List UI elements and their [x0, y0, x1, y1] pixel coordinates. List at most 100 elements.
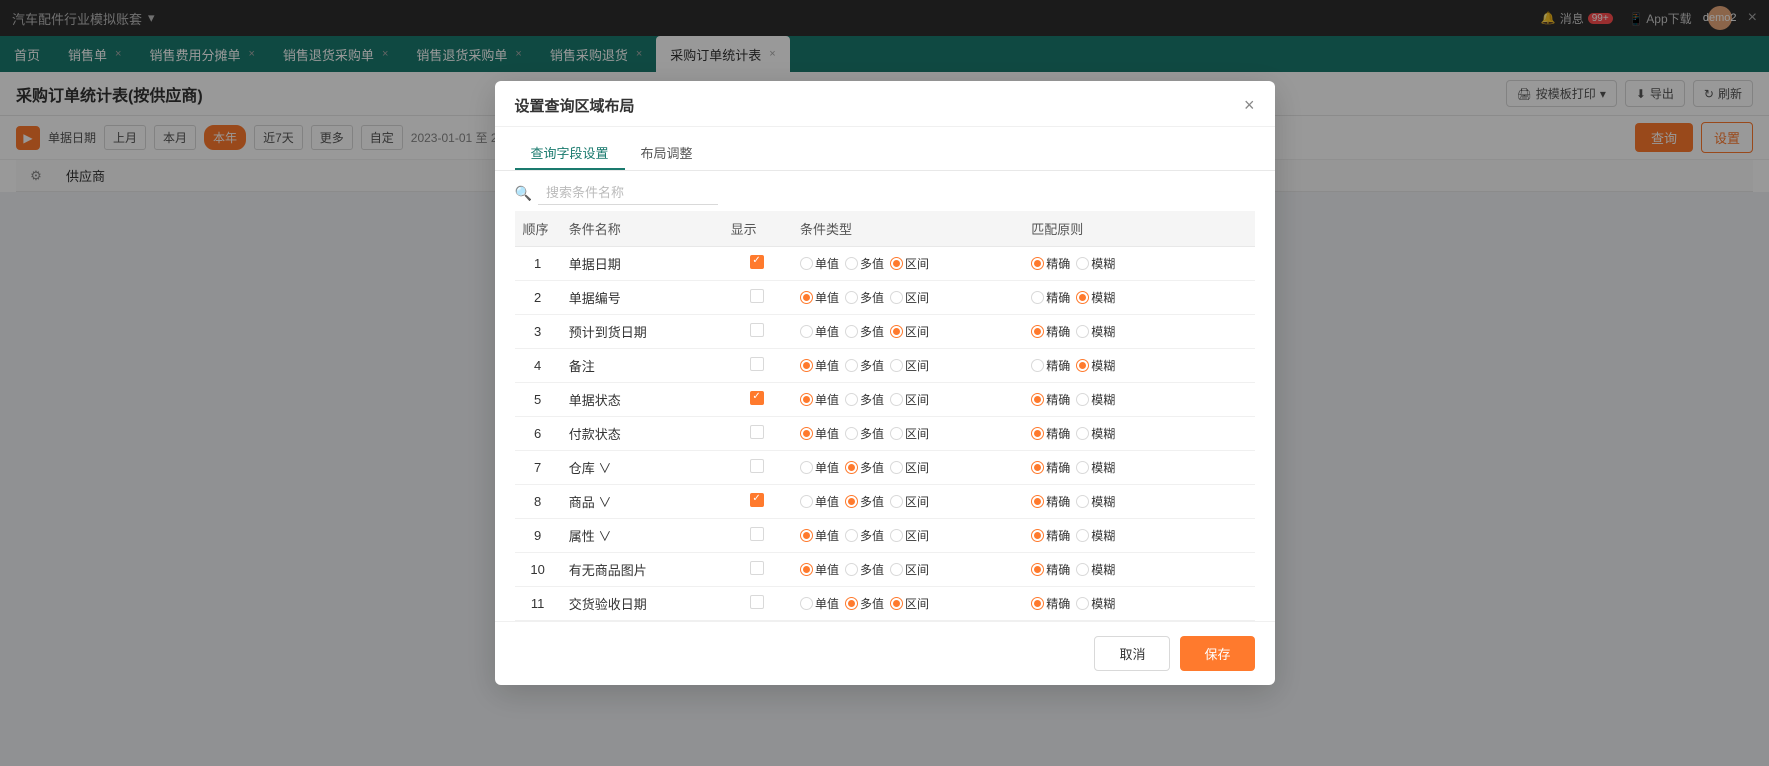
- radio-circle[interactable]: [1076, 257, 1089, 270]
- radio-circle[interactable]: [845, 597, 858, 610]
- row-show-checkbox[interactable]: [723, 417, 792, 451]
- radio-circle[interactable]: [1076, 461, 1089, 474]
- radio-item-type-single[interactable]: 单值: [800, 357, 839, 374]
- radio-circle[interactable]: [845, 325, 858, 338]
- radio-item-match-exact[interactable]: 精确: [1031, 425, 1070, 442]
- row-show-checkbox[interactable]: [723, 553, 792, 587]
- radio-circle[interactable]: [800, 461, 813, 474]
- row-show-checkbox[interactable]: [723, 519, 792, 553]
- radio-circle[interactable]: [1076, 529, 1089, 542]
- radio-circle[interactable]: [890, 529, 903, 542]
- radio-circle[interactable]: [1076, 563, 1089, 576]
- radio-circle[interactable]: [1031, 529, 1044, 542]
- radio-circle[interactable]: [1031, 393, 1044, 406]
- row-show-checkbox[interactable]: [723, 451, 792, 485]
- checkbox[interactable]: [750, 493, 764, 507]
- radio-circle[interactable]: [845, 257, 858, 270]
- radio-item-type-range[interactable]: 区间: [890, 561, 929, 578]
- radio-circle[interactable]: [890, 291, 903, 304]
- radio-circle[interactable]: [845, 563, 858, 576]
- radio-circle[interactable]: [1076, 393, 1089, 406]
- row-show-checkbox[interactable]: [723, 485, 792, 519]
- radio-item-match-fuzzy[interactable]: 模糊: [1076, 459, 1115, 476]
- radio-circle[interactable]: [800, 597, 813, 610]
- radio-item-type-range[interactable]: 区间: [890, 493, 929, 510]
- checkbox[interactable]: [750, 357, 764, 371]
- radio-circle[interactable]: [1031, 257, 1044, 270]
- row-show-checkbox[interactable]: [723, 349, 792, 383]
- radio-item-match-exact[interactable]: 精确: [1031, 289, 1070, 306]
- radio-circle[interactable]: [845, 393, 858, 406]
- checkbox[interactable]: [750, 323, 764, 337]
- radio-item-type-range[interactable]: 区间: [890, 425, 929, 442]
- radio-item-type-single[interactable]: 单值: [800, 425, 839, 442]
- radio-circle[interactable]: [1031, 495, 1044, 508]
- modal-close-button[interactable]: ×: [1244, 95, 1255, 116]
- radio-item-type-single[interactable]: 单值: [800, 459, 839, 476]
- search-input[interactable]: [538, 181, 718, 205]
- radio-circle[interactable]: [890, 427, 903, 440]
- radio-item-match-exact[interactable]: 精确: [1031, 493, 1070, 510]
- radio-item-type-range[interactable]: 区间: [890, 595, 929, 612]
- radio-item-type-single[interactable]: 单值: [800, 595, 839, 612]
- radio-circle[interactable]: [1076, 325, 1089, 338]
- radio-circle[interactable]: [1076, 427, 1089, 440]
- radio-circle[interactable]: [800, 427, 813, 440]
- radio-item-match-fuzzy[interactable]: 模糊: [1076, 289, 1115, 306]
- radio-circle[interactable]: [1031, 359, 1044, 372]
- radio-circle[interactable]: [845, 359, 858, 372]
- radio-item-type-single[interactable]: 单值: [800, 391, 839, 408]
- radio-item-type-range[interactable]: 区间: [890, 357, 929, 374]
- row-show-checkbox[interactable]: [723, 587, 792, 621]
- radio-circle[interactable]: [800, 563, 813, 576]
- radio-circle[interactable]: [890, 597, 903, 610]
- checkbox[interactable]: [750, 255, 764, 269]
- radio-item-type-multi[interactable]: 多值: [845, 595, 884, 612]
- save-button[interactable]: 保存: [1180, 636, 1254, 671]
- radio-item-match-fuzzy[interactable]: 模糊: [1076, 493, 1115, 510]
- radio-item-type-multi[interactable]: 多值: [845, 289, 884, 306]
- checkbox[interactable]: [750, 527, 764, 541]
- radio-circle[interactable]: [1031, 427, 1044, 440]
- radio-item-match-exact[interactable]: 精确: [1031, 391, 1070, 408]
- radio-item-type-single[interactable]: 单值: [800, 527, 839, 544]
- radio-circle[interactable]: [800, 529, 813, 542]
- radio-item-type-multi[interactable]: 多值: [845, 391, 884, 408]
- radio-circle[interactable]: [890, 461, 903, 474]
- radio-circle[interactable]: [1031, 597, 1044, 610]
- row-show-checkbox[interactable]: [723, 247, 792, 281]
- checkbox[interactable]: [750, 595, 764, 609]
- checkbox[interactable]: [750, 459, 764, 473]
- radio-item-type-single[interactable]: 单值: [800, 493, 839, 510]
- radio-circle[interactable]: [890, 495, 903, 508]
- radio-circle[interactable]: [800, 325, 813, 338]
- radio-item-match-fuzzy[interactable]: 模糊: [1076, 255, 1115, 272]
- radio-circle[interactable]: [845, 427, 858, 440]
- radio-circle[interactable]: [1076, 359, 1089, 372]
- radio-circle[interactable]: [1076, 597, 1089, 610]
- radio-circle[interactable]: [1031, 291, 1044, 304]
- radio-circle[interactable]: [800, 359, 813, 372]
- radio-item-type-multi[interactable]: 多值: [845, 255, 884, 272]
- radio-item-match-exact[interactable]: 精确: [1031, 527, 1070, 544]
- radio-circle[interactable]: [1031, 461, 1044, 474]
- row-show-checkbox[interactable]: [723, 315, 792, 349]
- radio-item-type-multi[interactable]: 多值: [845, 561, 884, 578]
- radio-item-type-multi[interactable]: 多值: [845, 493, 884, 510]
- radio-circle[interactable]: [1031, 563, 1044, 576]
- checkbox[interactable]: [750, 561, 764, 575]
- radio-item-type-multi[interactable]: 多值: [845, 527, 884, 544]
- row-show-checkbox[interactable]: [723, 383, 792, 417]
- radio-item-match-fuzzy[interactable]: 模糊: [1076, 527, 1115, 544]
- radio-item-match-exact[interactable]: 精确: [1031, 561, 1070, 578]
- radio-item-type-single[interactable]: 单值: [800, 561, 839, 578]
- radio-circle[interactable]: [845, 529, 858, 542]
- radio-item-type-multi[interactable]: 多值: [845, 425, 884, 442]
- radio-item-type-range[interactable]: 区间: [890, 289, 929, 306]
- radio-circle[interactable]: [800, 291, 813, 304]
- radio-item-match-fuzzy[interactable]: 模糊: [1076, 323, 1115, 340]
- radio-item-match-exact[interactable]: 精确: [1031, 595, 1070, 612]
- row-show-checkbox[interactable]: [723, 281, 792, 315]
- radio-circle[interactable]: [845, 495, 858, 508]
- radio-item-type-multi[interactable]: 多值: [845, 323, 884, 340]
